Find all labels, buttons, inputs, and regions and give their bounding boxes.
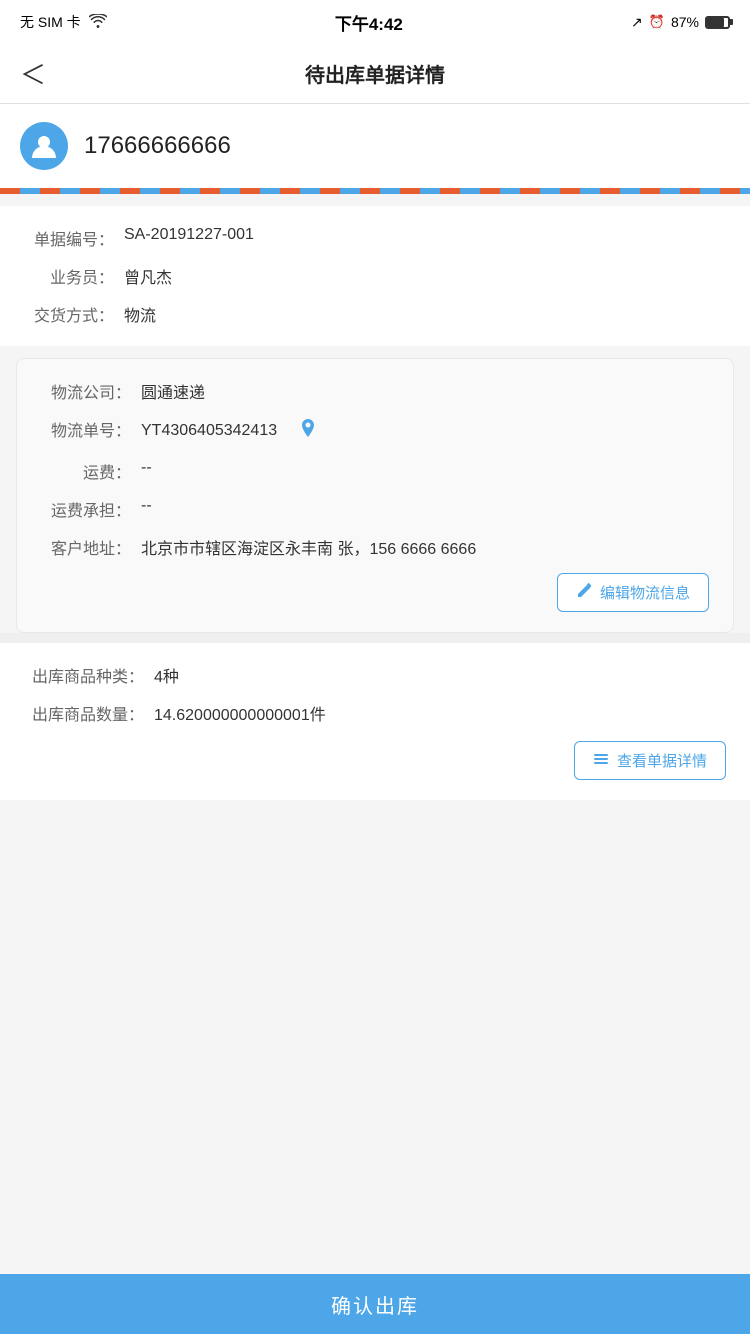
battery-icon xyxy=(705,16,730,29)
doc-num-row: 单据编号： SA-20191227-001 xyxy=(24,226,726,250)
battery-percent: 87% xyxy=(671,14,699,30)
avatar xyxy=(20,122,68,170)
goods-types-value: 4种 xyxy=(154,663,726,687)
bottom-area: 确认出库 xyxy=(0,1274,750,1334)
back-button[interactable]: ＜ xyxy=(20,45,56,102)
goods-quantity-row: 出库商品数量： 14.620000000000001件 xyxy=(24,701,726,725)
goods-section: 出库商品种类： 4种 出库商品数量： 14.620000000000001件 查… xyxy=(0,643,750,800)
freight-value: -- xyxy=(141,459,709,477)
location-pin-icon[interactable] xyxy=(297,417,319,445)
view-details-button[interactable]: 查看单据详情 xyxy=(574,741,726,780)
content-area: 17666666666 单据编号： SA-20191227-001 业务员： 曾… xyxy=(0,104,750,880)
edit-btn-label: 编辑物流信息 xyxy=(600,582,690,603)
status-left: 无 SIM 卡 xyxy=(20,12,107,32)
delivery-label: 交货方式： xyxy=(24,302,114,326)
alarm-icon: ⏰ xyxy=(649,14,665,30)
address-label: 客户地址： xyxy=(41,535,131,559)
doc-num-label: 单据编号： xyxy=(24,226,114,250)
basic-info-section: 单据编号： SA-20191227-001 业务员： 曾凡杰 交货方式： 物流 xyxy=(0,206,750,346)
goods-types-row: 出库商品种类： 4种 xyxy=(24,663,726,687)
delivery-row: 交货方式： 物流 xyxy=(24,302,726,326)
status-time: 下午4:42 xyxy=(335,10,403,35)
view-btn-row: 查看单据详情 xyxy=(24,741,726,780)
tracking-value: YT4306405342413 xyxy=(141,417,709,445)
edit-icon xyxy=(576,583,592,603)
nav-bar: ＜ 待出库单据详情 xyxy=(0,44,750,104)
company-row: 物流公司： 圆通速递 xyxy=(41,379,709,403)
customer-phone: 17666666666 xyxy=(84,132,231,160)
address-row: 客户地址： 北京市市辖区海淀区永丰南 张，156 6666 6666 xyxy=(41,535,709,559)
carrier-label: 无 SIM 卡 xyxy=(20,12,81,32)
freight-bear-row: 运费承担： -- xyxy=(41,497,709,521)
freight-row: 运费： -- xyxy=(41,459,709,483)
goods-quantity-label: 出库商品数量： xyxy=(24,701,144,725)
company-label: 物流公司： xyxy=(41,379,131,403)
salesman-value: 曾凡杰 xyxy=(124,264,726,288)
salesman-label: 业务员： xyxy=(24,264,114,288)
status-bar: 无 SIM 卡 下午4:42 ↗ ⏰ 87% xyxy=(0,0,750,44)
section-divider xyxy=(0,633,750,643)
company-value: 圆通速递 xyxy=(141,379,709,403)
view-icon xyxy=(593,751,609,771)
salesman-row: 业务员： 曾凡杰 xyxy=(24,264,726,288)
page-title: 待出库单据详情 xyxy=(305,59,445,88)
freight-bear-label: 运费承担： xyxy=(41,497,131,521)
goods-quantity-value: 14.620000000000001件 xyxy=(154,701,726,725)
customer-header: 17666666666 xyxy=(0,104,750,188)
freight-label: 运费： xyxy=(41,459,131,483)
delivery-value: 物流 xyxy=(124,302,726,326)
edit-btn-row: 编辑物流信息 xyxy=(41,573,709,612)
location-icon: ↗ xyxy=(631,14,643,31)
confirm-outbound-button[interactable]: 确认出库 xyxy=(0,1274,750,1334)
status-right: ↗ ⏰ 87% xyxy=(631,14,730,31)
freight-bear-value: -- xyxy=(141,497,709,515)
edit-logistics-button[interactable]: 编辑物流信息 xyxy=(557,573,709,612)
view-btn-label: 查看单据详情 xyxy=(617,750,707,771)
goods-types-label: 出库商品种类： xyxy=(24,663,144,687)
wifi-icon xyxy=(89,14,107,31)
logistics-card: 物流公司： 圆通速递 物流单号： YT4306405342413 运费： -- … xyxy=(16,358,734,633)
doc-num-value: SA-20191227-001 xyxy=(124,226,726,244)
tracking-label: 物流单号： xyxy=(41,417,131,441)
dashed-divider xyxy=(0,188,750,194)
address-value: 北京市市辖区海淀区永丰南 张，156 6666 6666 xyxy=(141,535,709,559)
tracking-row: 物流单号： YT4306405342413 xyxy=(41,417,709,445)
